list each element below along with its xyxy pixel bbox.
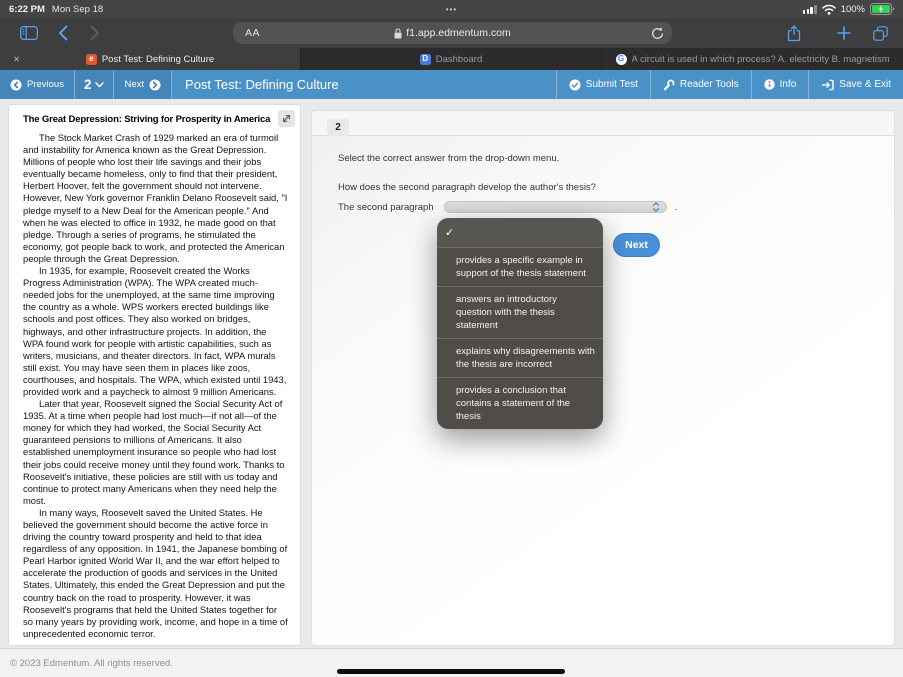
question-number: 2 <box>83 77 92 92</box>
save-exit-icon <box>821 79 834 91</box>
dashboard-favicon-icon: D <box>419 53 431 65</box>
dropdown-option[interactable]: answers an introductory question with th… <box>437 286 603 338</box>
passage-title: The Great Depression: Striving for Prosp… <box>23 114 271 125</box>
question-instruction: Select the correct answer from the drop-… <box>338 153 560 164</box>
question-number-tab[interactable]: 2 <box>327 119 349 136</box>
passage-paragraph: The Stock Market Crash of 1929 marked an… <box>23 132 288 264</box>
question-panel: 2 Select the correct answer from the dro… <box>311 110 895 646</box>
tab-overview-icon[interactable] <box>867 18 893 48</box>
copyright-text: © 2023 Edmentum. All rights reserved. <box>10 657 173 669</box>
tab-label: A circuit is used in which process? A. e… <box>631 53 890 65</box>
next-button[interactable]: Next <box>613 233 660 257</box>
test-nav-bar: Previous 2 Next Post Test: Defining Cult… <box>0 70 903 99</box>
tab-label: Post Test: Defining Culture <box>101 53 215 65</box>
submit-test-label: Submit Test <box>585 79 638 90</box>
checkmark-icon: ✓ <box>445 226 455 239</box>
google-favicon-icon: G <box>615 53 627 65</box>
close-tab-icon[interactable]: ✕ <box>13 48 20 70</box>
tab-post-test[interactable]: ✕ e Post Test: Defining Culture <box>0 48 301 70</box>
previous-circle-icon <box>10 79 22 91</box>
back-icon[interactable] <box>52 18 74 48</box>
home-indicator[interactable] <box>337 669 565 674</box>
address-bar[interactable]: AA f1.app.edmentum.com <box>233 22 672 44</box>
info-button[interactable]: Info <box>750 70 809 99</box>
test-title: Post Test: Defining Culture <box>185 77 339 92</box>
reader-tools-label: Reader Tools <box>679 79 739 90</box>
new-tab-icon[interactable] <box>831 18 857 48</box>
share-icon[interactable] <box>781 18 807 48</box>
passage-body: The Stock Market Crash of 1929 marked an… <box>23 132 289 640</box>
previous-label: Previous <box>27 79 64 90</box>
answer-suffix: . <box>674 201 678 213</box>
save-exit-button[interactable]: Save & Exit <box>808 70 903 99</box>
battery-charging-icon <box>870 3 895 15</box>
info-label: Info <box>779 79 797 90</box>
tab-search-result[interactable]: G A circuit is used in which process? A.… <box>602 48 903 70</box>
next-question-button[interactable]: Next <box>114 70 173 99</box>
save-exit-label: Save & Exit <box>839 79 891 90</box>
wrench-icon <box>663 79 675 91</box>
answer-dropdown[interactable] <box>443 201 667 213</box>
browser-toolbar: AA f1.app.edmentum.com <box>0 18 903 48</box>
tab-dashboard[interactable]: D Dashboard <box>301 48 602 70</box>
cellular-signal-icon <box>802 4 817 14</box>
info-circle-icon <box>763 79 775 90</box>
status-bar: 6:22 PM Mon Sep 18 ••• 100% <box>0 0 903 18</box>
previous-question-button[interactable]: Previous <box>0 70 75 99</box>
wifi-icon <box>821 4 836 15</box>
tab-label: Dashboard <box>435 53 483 65</box>
url-text: f1.app.edmentum.com <box>406 27 511 39</box>
forward-icon[interactable] <box>84 18 106 48</box>
dropdown-popover: ✓ provides a specific example in support… <box>437 218 603 429</box>
reader-tools-button[interactable]: Reader Tools <box>649 70 751 99</box>
dropdown-option[interactable]: explains why disagreements with the thes… <box>437 338 603 377</box>
passage-paragraph: Later that year, Roosevelt signed the So… <box>23 398 285 506</box>
question-number-dropdown[interactable]: 2 <box>75 70 115 99</box>
passage-paragraph: In many ways, Roosevelt saved the United… <box>23 506 288 639</box>
passage-paragraph: In 1935, for example, Roosevelt created … <box>23 265 287 397</box>
reload-icon[interactable] <box>651 22 664 44</box>
select-chevrons-icon <box>652 201 660 213</box>
battery-percent: 100% <box>840 3 865 15</box>
question-header <box>312 111 894 136</box>
submit-test-button[interactable]: Submit Test <box>555 70 650 99</box>
check-circle-icon <box>569 79 581 91</box>
next-label: Next <box>124 79 145 90</box>
lock-icon <box>394 27 402 39</box>
dropdown-option[interactable]: provides a conclusion that contains a st… <box>437 377 603 429</box>
dropdown-option-blank[interactable]: ✓ <box>437 218 603 247</box>
more-dots-icon: ••• <box>445 4 458 14</box>
question-prompt: How does the second paragraph develop th… <box>338 182 596 193</box>
dropdown-option[interactable]: provides a specific example in support o… <box>437 247 603 286</box>
expand-passage-button[interactable] <box>278 110 295 127</box>
sidebar-icon[interactable] <box>16 18 42 48</box>
passage-panel[interactable]: The Great Depression: Striving for Prosp… <box>8 104 301 646</box>
expand-icon <box>281 113 292 124</box>
next-circle-icon <box>149 79 161 91</box>
tab-bar: ✕ e Post Test: Defining Culture D Dashbo… <box>0 48 903 70</box>
chevron-down-icon <box>95 81 105 88</box>
edmentum-favicon-icon: e <box>85 53 97 65</box>
answer-prefix: The second paragraph <box>338 201 434 213</box>
answer-row: The second paragraph . <box>338 199 677 215</box>
